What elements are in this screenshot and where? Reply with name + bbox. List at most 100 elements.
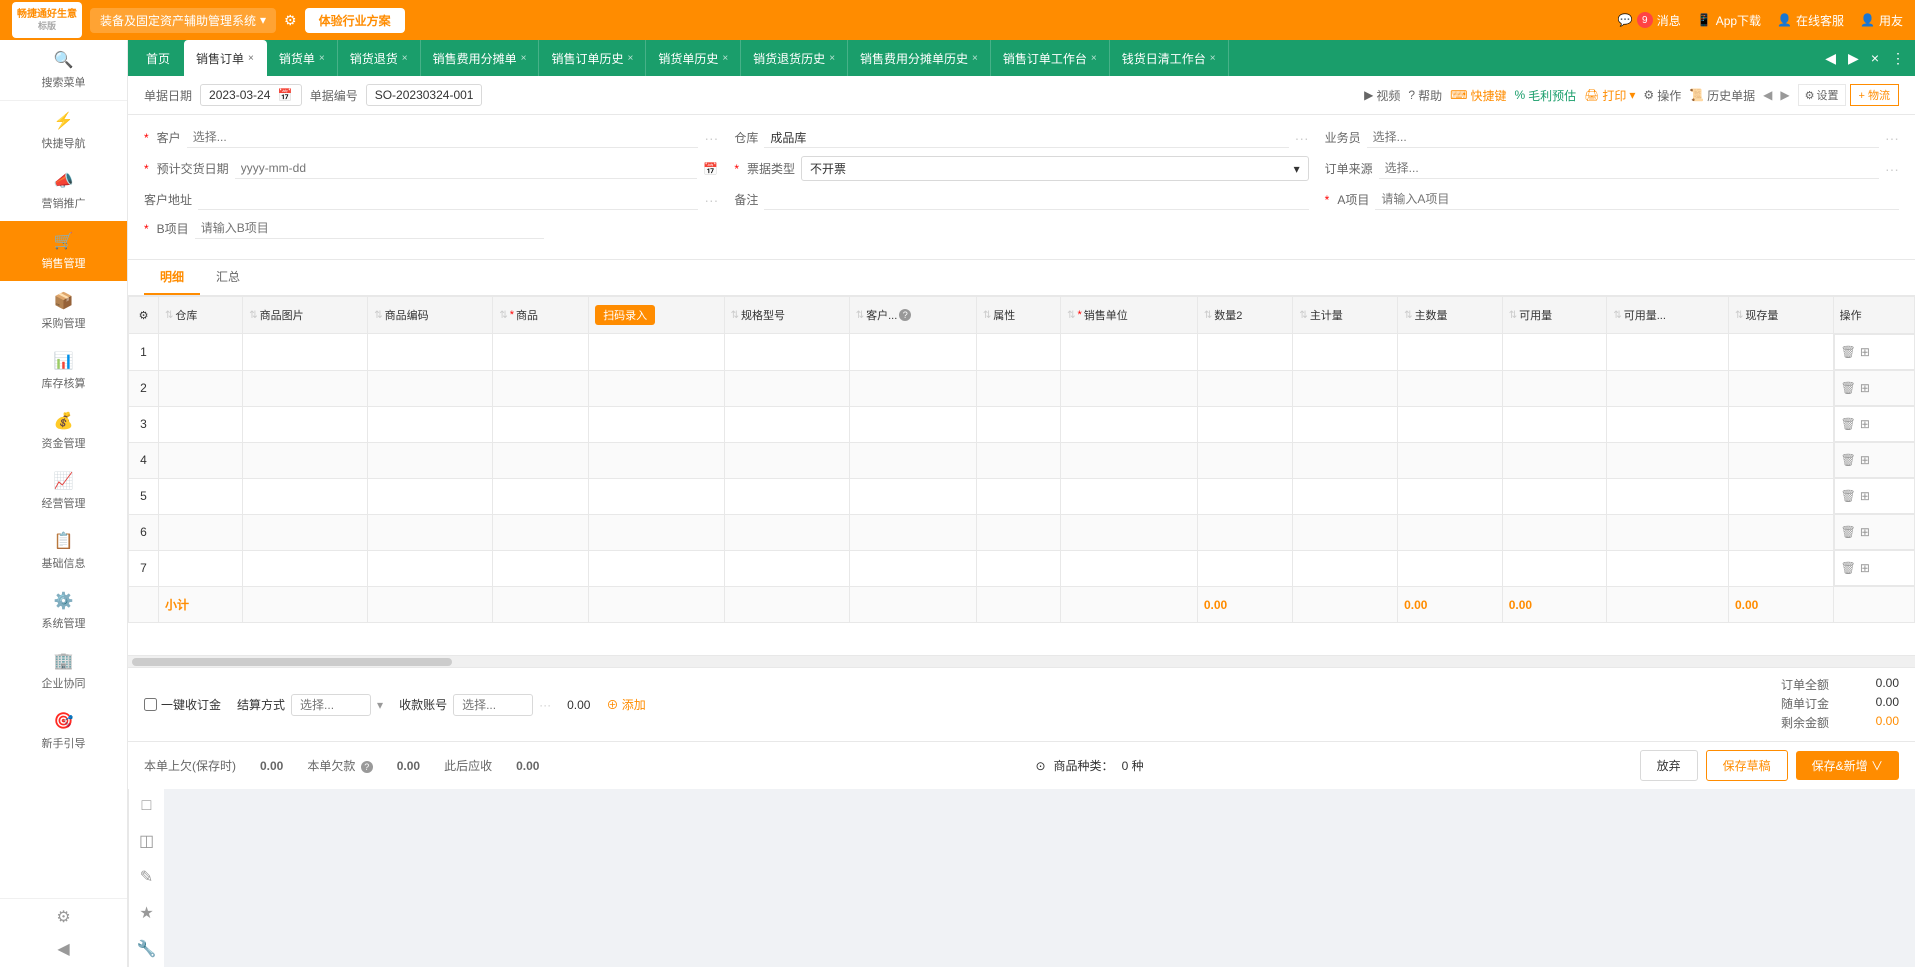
sidebar-item-basic[interactable]: 📋 基础信息 [0,521,127,581]
tab-close-order-history[interactable]: × [627,53,633,64]
order-source-expand[interactable]: ··· [1885,161,1899,177]
salesperson-expand[interactable]: ··· [1885,130,1899,146]
print-btn[interactable]: 🖨 打印 ▾ [1584,87,1635,104]
row-1-avail[interactable] [1502,334,1607,371]
tab-sales-order-workbench[interactable]: 销售订单工作台 × [991,40,1110,76]
sidebar-item-sales[interactable]: 🛒 销售管理 [0,221,127,281]
sidebar-item-system[interactable]: ⚙️ 系统管理 [0,581,127,641]
system-selector[interactable]: 装备及固定资产辅助管理系统 ▾ [90,8,276,33]
account-input[interactable] [453,694,533,716]
page-nav-next[interactable]: ▶ [1780,88,1789,102]
operation-btn[interactable]: ⚙ 操作 [1643,87,1681,104]
settings-icon[interactable]: ⚙ [284,12,297,29]
customer-expand[interactable]: ··· [704,130,718,146]
customer-input[interactable] [187,127,699,148]
row-2-delete-icon[interactable]: 🗑 [1841,381,1856,395]
account-expand[interactable]: ··· [539,698,551,712]
payment-method-input[interactable] [291,694,371,716]
history-btn[interactable]: 📜 历史单据 [1689,87,1755,104]
row-1-spec[interactable] [724,334,849,371]
sidebar-item-enterprise[interactable]: 🏢 企业协同 [0,641,127,701]
row-1-product[interactable] [493,334,589,371]
tab-home[interactable]: 首页 [132,40,184,76]
customer-address-expand[interactable]: ··· [704,192,718,208]
tab-receivable-clear-workbench[interactable]: 钱货日清工作台 × [1110,40,1229,76]
row-1-code[interactable] [368,334,493,371]
page-nav-prev[interactable]: ◀ [1763,88,1772,102]
tab-close-receivable-workbench[interactable]: × [1210,53,1216,64]
sidebar-item-marketing[interactable]: 📣 营销推广 [0,161,127,221]
tab-sales-order-history[interactable]: 销售订单历史 × [539,40,646,76]
solution-button[interactable]: 体验行业方案 [305,8,405,33]
row-1-delete-icon[interactable]: 🗑 [1841,345,1856,359]
row-1-copy-icon[interactable]: ⊞ [1860,345,1870,359]
row-4-copy-icon[interactable]: ⊞ [1860,453,1870,467]
add-logistics-btn[interactable]: + 物流 [1850,84,1899,106]
payment-method-chevron[interactable]: ▾ [377,698,383,712]
tab-close-all[interactable]: × [1865,50,1885,66]
row-7-copy-icon[interactable]: ⊞ [1860,561,1870,575]
help-btn[interactable]: ? 帮助 [1408,87,1442,104]
warehouse-input[interactable] [764,127,1288,148]
sidebar-item-guide[interactable]: 🎯 新手引导 [0,701,127,761]
remark-input[interactable] [764,189,1308,210]
tab-close-order-workbench[interactable]: × [1091,53,1097,64]
tab-sales-expense-split-history[interactable]: 销售费用分摊单历史 × [848,40,991,76]
discard-button[interactable]: 放弃 [1640,750,1698,781]
scan-btn[interactable]: 扫码录入 [595,305,655,325]
sidebar-collapse-icon[interactable]: ◀ [57,939,69,959]
sidebar-item-inventory[interactable]: 📊 库存核算 [0,341,127,401]
settings-btn[interactable]: ⚙ 设置 [1798,84,1846,106]
quick-order-checkbox[interactable]: 一键收订金 [144,696,221,713]
tab-close-sales-return[interactable]: × [319,53,325,64]
delivery-date-input[interactable] [235,158,698,179]
sidebar-item-purchase[interactable]: 📦 采购管理 [0,281,127,341]
tab-sales-order[interactable]: 销售订单 × [184,40,267,76]
sidebar-settings-icon[interactable]: ⚙ [56,907,70,927]
row-1-image[interactable] [243,334,368,371]
tab-next-arrow[interactable]: ▶ [1842,50,1865,67]
tab-close-sales-refund[interactable]: × [402,53,408,64]
invoice-type-select[interactable]: 不开票 ▾ [801,156,1309,181]
row-5-delete-icon[interactable]: 🗑 [1841,489,1856,503]
warehouse-expand[interactable]: ··· [1295,130,1309,146]
tab-sales-refund-history[interactable]: 销货退货历史 × [741,40,848,76]
right-panel-icon-1[interactable]: □ [142,797,152,815]
row-1-mainunit[interactable] [1293,334,1398,371]
row-1-stock[interactable] [1729,334,1834,371]
tab-sales-expense-split[interactable]: 销售费用分摊单 × [421,40,540,76]
message-icon-btn[interactable]: 💬 9 消息 [1618,12,1681,29]
col-settings[interactable]: ⚙ [129,297,159,334]
detail-tab-summary[interactable]: 汇总 [200,260,256,295]
tab-close-expense-split[interactable]: × [521,53,527,64]
tab-sales-return[interactable]: 销货单 × [267,40,338,76]
profit-btn[interactable]: % 毛利预估 [1514,87,1576,104]
row-1-warehouse[interactable] [159,334,243,371]
row-3-delete-icon[interactable]: 🗑 [1841,417,1856,431]
row-1-avail2[interactable] [1607,334,1729,371]
detail-tab-detail[interactable]: 明细 [144,260,200,295]
right-panel-icon-3[interactable]: ✎ [140,867,153,887]
date-field[interactable]: 2023-03-24 📅 [200,84,302,106]
row-6-copy-icon[interactable]: ⊞ [1860,525,1870,539]
sidebar-item-quicknav[interactable]: ⚡ 快捷导航 [0,101,127,161]
order-source-input[interactable] [1379,158,1879,179]
scroll-thumb[interactable] [132,658,452,666]
row-7-delete-icon[interactable]: 🗑 [1841,561,1856,575]
salesperson-input[interactable] [1367,127,1879,148]
sidebar-item-search[interactable]: 🔍 搜索菜单 [0,40,127,101]
sidebar-item-finance[interactable]: 💰 资金管理 [0,401,127,461]
horizontal-scrollbar[interactable] [128,655,1915,667]
row-2-copy-icon[interactable]: ⊞ [1860,381,1870,395]
row-1-custcode[interactable] [849,334,976,371]
quick-order-checkbox-input[interactable] [144,698,157,711]
online-service-btn[interactable]: 👤 在线客服 [1777,12,1844,29]
tab-close-return-history[interactable]: × [722,53,728,64]
row-6-delete-icon[interactable]: 🗑 [1841,525,1856,539]
save-draft-button[interactable]: 保存草稿 [1706,750,1788,781]
row-3-copy-icon[interactable]: ⊞ [1860,417,1870,431]
row-5-copy-icon[interactable]: ⊞ [1860,489,1870,503]
row-1-mainqty[interactable] [1398,334,1503,371]
column-settings-icon[interactable]: ⚙ [139,310,149,322]
tab-menu[interactable]: ⋮ [1885,50,1911,67]
